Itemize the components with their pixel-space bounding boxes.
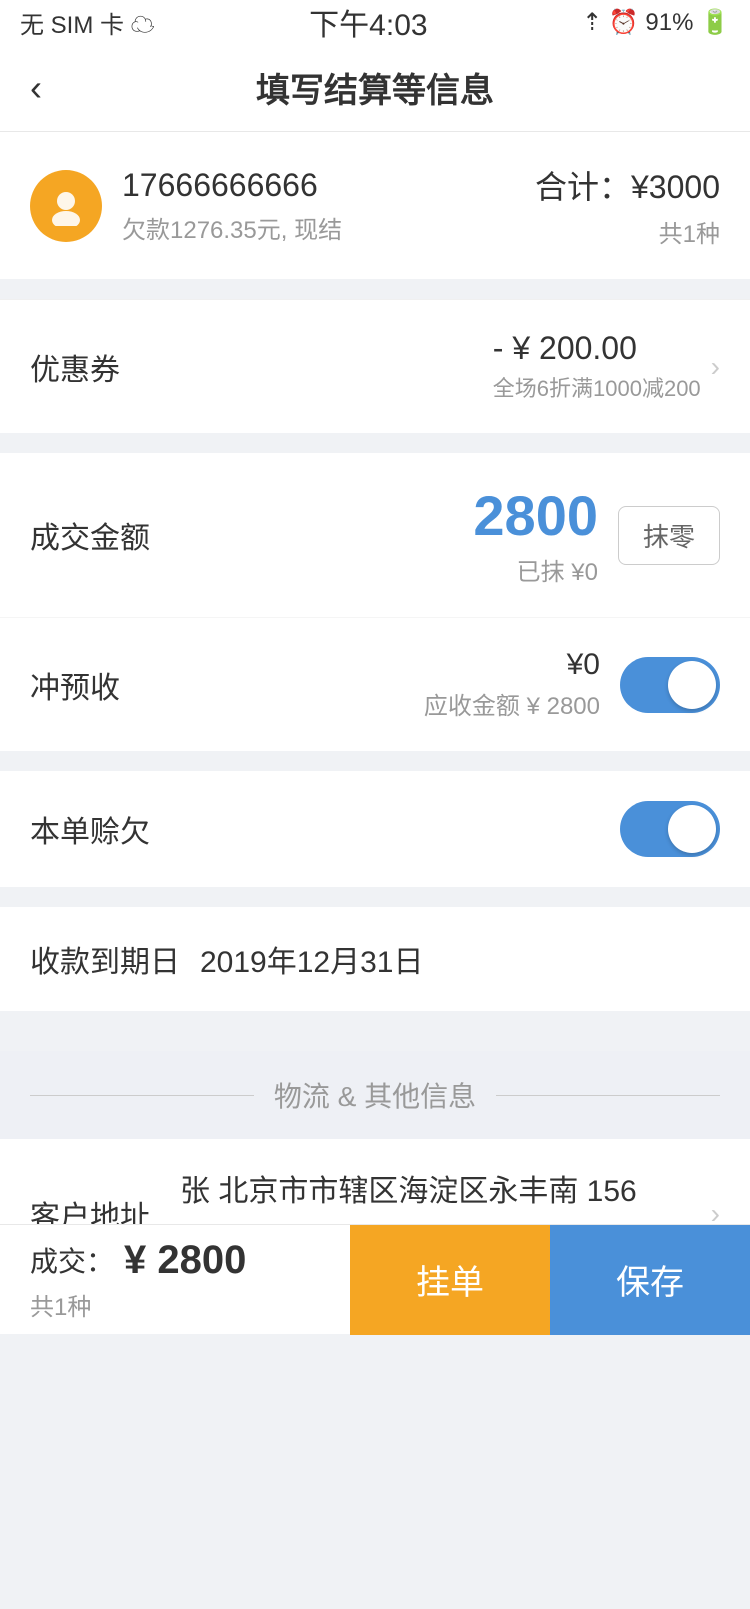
customer-info: 17666666666 欠款1276.35元, 现结 [122, 167, 342, 245]
divider [0, 1031, 750, 1051]
round-button[interactable]: 抹零 [618, 506, 720, 565]
deal-amount: 2800 [473, 483, 598, 548]
customer-debt: 欠款1276.35元, 现结 [122, 210, 342, 245]
bottom-deal: 成交： ¥ 2800 [30, 1238, 320, 1283]
save-button[interactable]: 保存 [550, 1225, 750, 1335]
customer-left: 17666666666 欠款1276.35元, 现结 [30, 167, 342, 245]
deal-right: 2800 已抹 ¥0 抹零 [473, 483, 720, 587]
due-date-row: 收款到期日 2019年12月31日 [0, 907, 750, 1011]
deal-row: 成交金额 2800 已抹 ¥0 抹零 [0, 453, 750, 618]
prepay-label: 冲预收 [30, 663, 120, 707]
due-label: 收款到期日 [30, 937, 180, 981]
coupon-right: - ¥ 200.00 全场6折满1000减200 › [493, 330, 720, 403]
bottom-info: 成交： ¥ 2800 共1种 [0, 1238, 350, 1322]
total-amount: 合计：¥3000 [535, 162, 720, 208]
bottom-count: 共1种 [30, 1287, 320, 1322]
prepay-values: ¥0 应收金额 ¥ 2800 [424, 648, 600, 721]
prepay-row: 冲预收 ¥0 应收金额 ¥ 2800 [0, 618, 750, 751]
deal-section: 成交金额 2800 已抹 ¥0 抹零 冲预收 ¥0 应收金额 ¥ 2800 [0, 453, 750, 751]
coupon-label: 优惠券 [30, 345, 120, 389]
customer-card: 17666666666 欠款1276.35元, 现结 合计：¥3000 共1种 [0, 132, 750, 279]
prepay-right: ¥0 应收金额 ¥ 2800 [424, 648, 720, 721]
logistics-title: 物流 & 其他信息 [274, 1075, 476, 1115]
debt-label: 本单赊欠 [30, 807, 150, 851]
logistics-line-left [30, 1095, 254, 1096]
coupon-row[interactable]: 优惠券 - ¥ 200.00 全场6折满1000减200 › [0, 299, 750, 433]
customer-right: 合计：¥3000 共1种 [535, 162, 720, 249]
nav-bar: ‹ 填写结算等信息 [0, 44, 750, 132]
debt-toggle[interactable] [620, 801, 720, 857]
content-area: 17666666666 欠款1276.35元, 现结 合计：¥3000 共1种 … [0, 132, 750, 1609]
deal-sub: 已抹 ¥0 [473, 552, 598, 587]
total-count: 共1种 [535, 214, 720, 249]
status-time: 下午4:03 [309, 0, 427, 44]
logistics-header: 物流 & 其他信息 [0, 1051, 750, 1139]
back-button[interactable]: ‹ [30, 67, 42, 109]
bottom-bar: 成交： ¥ 2800 共1种 挂单 保存 [0, 1224, 750, 1334]
status-bar: 无 SIM 卡 ☁ 下午4:03 ⇡ ⏰ 91% 🔋 [0, 0, 750, 44]
debt-toggle-knob [668, 805, 716, 853]
coupon-discount: - ¥ 200.00 [493, 330, 701, 367]
debt-row: 本单赊欠 [0, 771, 750, 887]
coupon-desc: 全场6折满1000减200 [493, 371, 701, 403]
bottom-deal-label: 成交： [30, 1240, 114, 1280]
sim-status: 无 SIM 卡 ☁ [20, 5, 155, 40]
bottom-deal-amount: ¥ 2800 [124, 1238, 246, 1283]
page-title: 填写结算等信息 [256, 63, 494, 112]
customer-phone: 17666666666 [122, 167, 342, 204]
logistics-line-right [496, 1095, 720, 1096]
prepay-amount: ¥0 [424, 648, 600, 682]
toggle-knob [668, 661, 716, 709]
due-date: 2019年12月31日 [200, 937, 423, 981]
status-right: ⇡ ⏰ 91% 🔋 [582, 8, 730, 37]
avatar [30, 170, 102, 242]
battery-icon: ⇡ ⏰ 91% 🔋 [582, 8, 730, 37]
prepay-toggle[interactable] [620, 657, 720, 713]
hold-button[interactable]: 挂单 [350, 1225, 550, 1335]
status-left: 无 SIM 卡 ☁ [20, 5, 155, 40]
prepay-receivable: 应收金额 ¥ 2800 [424, 686, 600, 721]
deal-label: 成交金额 [30, 513, 150, 557]
chevron-right-icon: › [711, 351, 720, 383]
